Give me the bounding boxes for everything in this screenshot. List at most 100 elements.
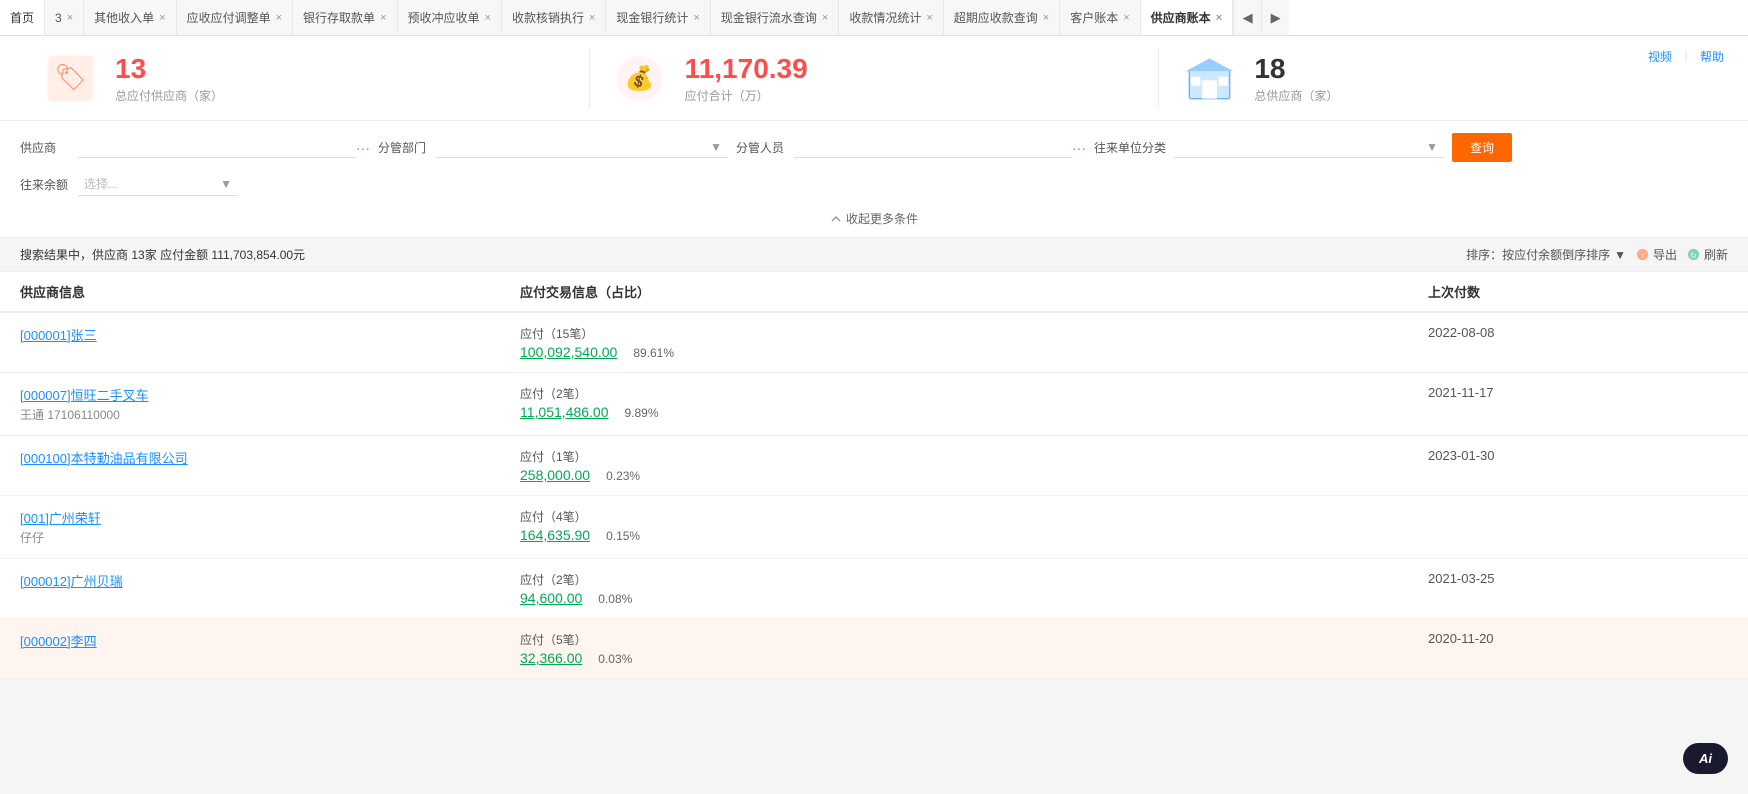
nav-tab-prepay[interactable]: 预收冲应收单 × bbox=[398, 0, 502, 35]
transaction-pct-3: 0.23% bbox=[606, 469, 640, 483]
transaction-amount-6[interactable]: 32,366.00 bbox=[520, 650, 582, 666]
nav-tab-collect-stat[interactable]: 收款情况统计 × bbox=[839, 0, 943, 35]
transaction-label-2: 应付（2笔） bbox=[520, 385, 1428, 402]
nav-tab-bank-label: 银行存取款单 bbox=[303, 9, 375, 26]
transaction-label-1: 应付（15笔） bbox=[520, 325, 1428, 342]
nav-tab-home[interactable]: 首页 bbox=[0, 0, 45, 35]
supplier-link-1[interactable]: [000001]张三 bbox=[20, 328, 97, 343]
nav-tab-adjust-label: 应收应付调整单 bbox=[187, 9, 271, 26]
stat-total-label: 应付合计（万） bbox=[685, 87, 808, 104]
nav-tab-collect[interactable]: 收款核销执行 × bbox=[502, 0, 606, 35]
nav-tab-collect-stat-close[interactable]: × bbox=[926, 12, 932, 24]
filter-supplier: 供应商 ··· bbox=[20, 137, 370, 158]
filter-supplier-label: 供应商 bbox=[20, 139, 70, 156]
table-area: 供应商信息 应付交易信息（占比） 上次付数 [000001]张三 应付（15笔）… bbox=[0, 272, 1748, 679]
nav-tab-bank[interactable]: 银行存取款单 × bbox=[293, 0, 397, 35]
last-pay-6: 2020-11-20 bbox=[1428, 631, 1494, 646]
supplier-cell-6: [000002]李四 bbox=[20, 631, 520, 650]
svg-text:💰: 💰 bbox=[625, 63, 655, 91]
search-button[interactable]: 查询 bbox=[1452, 133, 1512, 162]
transaction-row-4: 164,635.90 0.15% bbox=[520, 525, 1428, 543]
nav-tab-other-income-close[interactable]: × bbox=[159, 12, 165, 24]
supplier-cell-4: [001]广州荣轩 仔仔 bbox=[20, 508, 520, 546]
sort-icon: ▼ bbox=[1614, 248, 1626, 262]
nav-tab-cash-flow[interactable]: 现金银行流水查询 × bbox=[711, 0, 839, 35]
transaction-row-5: 94,600.00 0.08% bbox=[520, 588, 1428, 606]
refresh-button[interactable]: ↻ 刷新 bbox=[1687, 246, 1728, 263]
last-pay-3: 2023-01-30 bbox=[1428, 448, 1495, 463]
nav-tab-3-label: 3 bbox=[55, 11, 62, 25]
help-link[interactable]: 帮助 bbox=[1700, 48, 1724, 65]
nav-tab-other-income[interactable]: 其他收入单 × bbox=[84, 0, 176, 35]
filter-person-label: 分管人员 bbox=[736, 139, 786, 156]
nav-tab-collect-close[interactable]: × bbox=[589, 12, 595, 24]
export-button[interactable]: ↑ 导出 bbox=[1636, 246, 1677, 263]
sort-button[interactable]: 排序：按应付余额倒序排序 ▼ bbox=[1466, 246, 1626, 263]
video-link[interactable]: 视频 bbox=[1648, 48, 1672, 65]
supplier-link-4[interactable]: [001]广州荣轩 bbox=[20, 511, 101, 526]
transaction-amount-1[interactable]: 100,092,540.00 bbox=[520, 344, 617, 360]
nav-tab-overdue-close[interactable]: × bbox=[1043, 12, 1049, 24]
transaction-amount-5[interactable]: 94,600.00 bbox=[520, 590, 582, 606]
collapse-button[interactable]: 收起更多条件 bbox=[20, 206, 1728, 231]
stat-total-number: 11,170.39 bbox=[685, 52, 808, 86]
nav-tab-customer-label: 客户账本 bbox=[1070, 9, 1118, 26]
results-supplier-count: 13家 bbox=[131, 248, 156, 262]
filter-balance-chevron-icon: ▼ bbox=[220, 177, 232, 191]
supplier-link-3[interactable]: [000100]本特勤油品有限公司 bbox=[20, 451, 188, 466]
stats-bar: 🏷 13 总应付供应商（家） 💰 11,170.39 应付合计（万） bbox=[0, 36, 1748, 121]
transaction-pct-2: 9.89% bbox=[625, 406, 659, 420]
nav-tab-prepay-label: 预收冲应收单 bbox=[408, 9, 480, 26]
table-row: [000002]李四 应付（5笔） 32,366.00 0.03% 2020-1… bbox=[0, 619, 1748, 679]
transaction-row-6: 32,366.00 0.03% bbox=[520, 648, 1428, 666]
nav-tab-cash-flow-close[interactable]: × bbox=[822, 12, 828, 24]
transaction-row-2: 11,051,486.00 9.89% bbox=[520, 402, 1428, 420]
nav-tab-3[interactable]: 3 × bbox=[45, 0, 84, 35]
filter-person-input[interactable] bbox=[794, 137, 1072, 158]
results-bar: 搜索结果中，供应商 13家 应付金额 111,703,854.00元 排序：按应… bbox=[0, 238, 1748, 272]
nav-tab-bank-close[interactable]: × bbox=[380, 12, 386, 24]
filter-dept-chevron-icon: ▼ bbox=[710, 140, 722, 154]
nav-tab-prepay-close[interactable]: × bbox=[485, 12, 491, 24]
transaction-label-4: 应付（4笔） bbox=[520, 508, 1428, 525]
filter-balance-select[interactable]: 选择... ▼ bbox=[78, 172, 238, 196]
filter-supplier-dots[interactable]: ··· bbox=[356, 140, 370, 156]
nav-tab-adjust[interactable]: 应收应付调整单 × bbox=[177, 0, 293, 35]
transaction-cell-1: 应付（15笔） 100,092,540.00 89.61% bbox=[520, 325, 1428, 360]
export-icon: ↑ bbox=[1636, 248, 1649, 261]
col-last-pay: 上次付数 bbox=[1428, 282, 1728, 301]
nav-tab-supplier-close[interactable]: × bbox=[1216, 12, 1222, 24]
ai-badge[interactable]: Ai bbox=[1683, 743, 1728, 774]
nav-arrow-left[interactable]: ◀ bbox=[1233, 0, 1261, 35]
filter-category-select[interactable]: ▼ bbox=[1174, 137, 1444, 158]
transaction-cell-4: 应付（4笔） 164,635.90 0.15% bbox=[520, 508, 1428, 543]
nav-tab-adjust-close[interactable]: × bbox=[276, 12, 282, 24]
table-row: [000100]本特勤油品有限公司 应付（1笔） 258,000.00 0.23… bbox=[0, 436, 1748, 496]
transaction-amount-2[interactable]: 11,051,486.00 bbox=[520, 404, 609, 420]
svg-text:🏷: 🏷 bbox=[54, 63, 87, 91]
nav-tab-supplier[interactable]: 供应商账本 × bbox=[1141, 0, 1233, 35]
filter-row-1: 供应商 ··· 分管部门 ▼ 分管人员 ··· 往来单位分类 ▼ 查询 bbox=[20, 133, 1728, 162]
nav-tab-cash-stat-close[interactable]: × bbox=[693, 12, 699, 24]
nav-tab-customer[interactable]: 客户账本 × bbox=[1060, 0, 1140, 35]
filter-dept-select[interactable]: ▼ bbox=[436, 137, 728, 158]
supplier-link-5[interactable]: [000012]广州贝瑞 bbox=[20, 574, 123, 589]
nav-tab-cash-stat[interactable]: 现金银行统计 × bbox=[606, 0, 710, 35]
transaction-amount-3[interactable]: 258,000.00 bbox=[520, 467, 590, 483]
filter-supplier-input[interactable] bbox=[78, 137, 356, 158]
nav-tab-home-label: 首页 bbox=[10, 9, 34, 26]
stat-payable-total: 💰 11,170.39 应付合计（万） bbox=[589, 48, 1159, 108]
nav-tab-3-close[interactable]: × bbox=[67, 12, 73, 24]
transaction-cell-5: 应付（2笔） 94,600.00 0.08% bbox=[520, 571, 1428, 606]
supplier-link-2[interactable]: [000007]恒旺二手叉车 bbox=[20, 388, 149, 403]
stat-total-suppliers: 18 总供应商（家） bbox=[1158, 48, 1728, 108]
filter-person-dots[interactable]: ··· bbox=[1072, 140, 1086, 156]
table-row: [000007]恒旺二手叉车 王通 17106110000 应付（2笔） 11,… bbox=[0, 373, 1748, 436]
supplier-link-6[interactable]: [000002]李四 bbox=[20, 634, 97, 649]
nav-tab-overdue[interactable]: 超期应收款查询 × bbox=[944, 0, 1060, 35]
nav-tab-customer-close[interactable]: × bbox=[1123, 12, 1129, 24]
results-prefix: 搜索结果中，供应商 bbox=[20, 248, 128, 262]
col-supplier-info: 供应商信息 bbox=[20, 282, 520, 301]
nav-arrow-right[interactable]: ▶ bbox=[1261, 0, 1289, 35]
transaction-amount-4[interactable]: 164,635.90 bbox=[520, 527, 590, 543]
